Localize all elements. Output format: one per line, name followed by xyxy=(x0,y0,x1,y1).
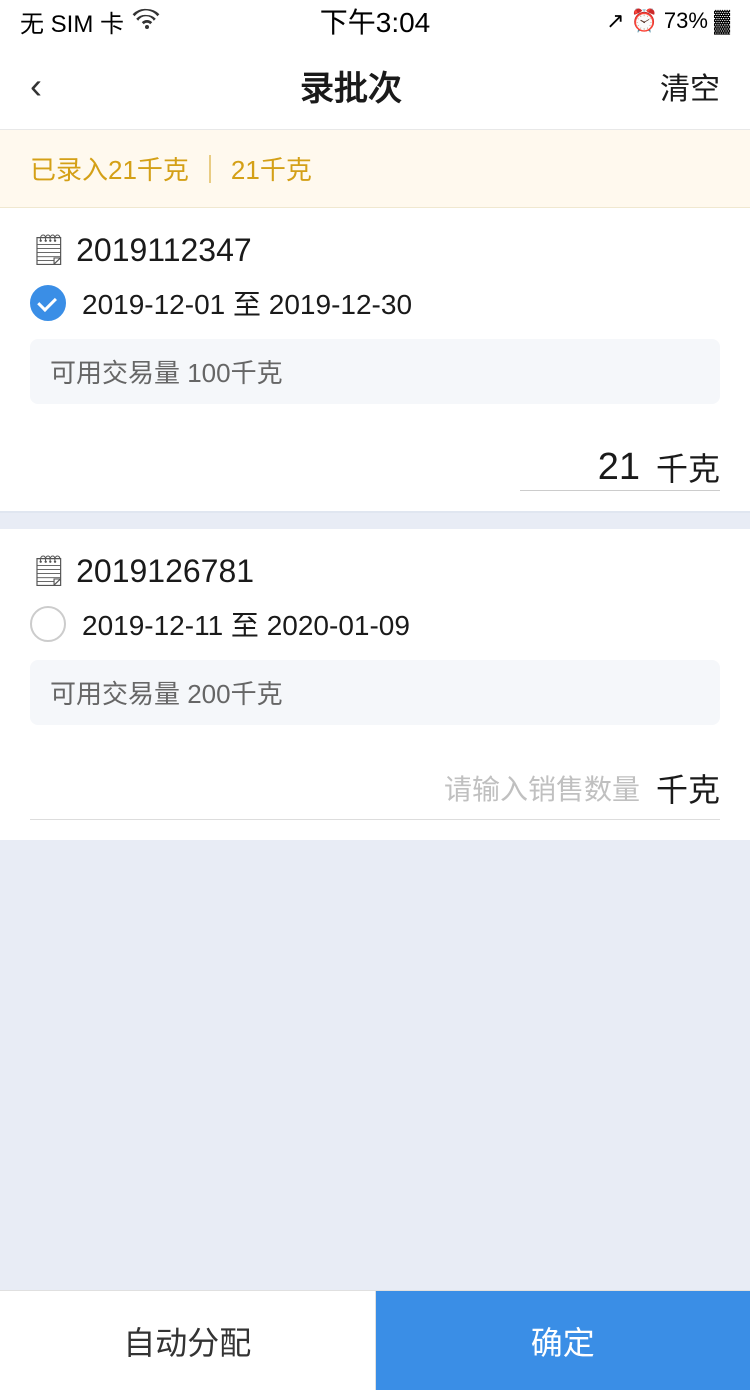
empty-area xyxy=(0,840,750,1290)
batch2-input-wrap: 请输入销售数量 千克 xyxy=(0,745,750,840)
batch-item-1: 🗒 2019112347 2019-12-01 至 2019-12-30 可用交… xyxy=(0,208,750,424)
location-icon: ↗ xyxy=(606,8,624,34)
batch1-radio[interactable] xyxy=(30,285,66,321)
content-area: 🗒 2019112347 2019-12-01 至 2019-12-30 可用交… xyxy=(0,208,750,1290)
battery-icon: ▓ xyxy=(714,8,730,34)
banner-amount: 21千克 xyxy=(231,150,312,187)
status-left: 无 SIM 卡 xyxy=(20,4,162,39)
batch1-underline xyxy=(520,490,720,491)
batch2-date: 2019-12-11 至 2020-01-09 xyxy=(82,604,410,644)
batch2-id: 2019126781 xyxy=(76,553,254,590)
batch2-content: 🗒 2019126781 2019-12-11 至 2020-01-09 可用交… xyxy=(0,529,750,745)
batch2-input-placeholder: 请输入销售数量 xyxy=(444,768,640,808)
recorded-info: 已录入21千克 xyxy=(30,150,189,187)
section-separator xyxy=(0,513,750,529)
batch2-available: 可用交易量 200千克 xyxy=(30,660,720,725)
confirm-button[interactable]: 确定 xyxy=(376,1291,750,1390)
battery-text: 73% xyxy=(664,8,708,34)
batch1-id: 2019112347 xyxy=(76,232,252,269)
batch2-input-inner: 请输入销售数量 千克 xyxy=(30,765,720,820)
batch-item-2: 🗒 2019126781 2019-12-11 至 2020-01-09 可用交… xyxy=(0,529,750,840)
batch1-date: 2019-12-01 至 2019-12-30 xyxy=(82,283,412,323)
banner-divider xyxy=(209,155,211,183)
status-bar: 无 SIM 卡 下午3:04 ↗ ⏰ 73% ▓ xyxy=(0,0,750,42)
status-right: ↗ ⏰ 73% ▓ xyxy=(606,8,730,34)
batch1-quantity-inner: 21 千克 xyxy=(30,444,720,490)
batch1-available: 可用交易量 100千克 xyxy=(30,339,720,404)
no-sim-text: 无 SIM 卡 xyxy=(20,4,124,39)
page-title: 录批次 xyxy=(300,61,402,110)
wifi-icon xyxy=(132,7,162,36)
nav-bar: ‹ 录批次 清空 xyxy=(0,42,750,130)
auto-distribute-button[interactable]: 自动分配 xyxy=(0,1291,376,1390)
batch2-icon: 🗒 xyxy=(30,554,68,589)
batch2-date-row: 2019-12-11 至 2020-01-09 xyxy=(30,604,720,644)
batch2-unit: 千克 xyxy=(656,765,720,811)
batch2-radio[interactable] xyxy=(30,606,66,642)
status-time: 下午3:04 xyxy=(320,1,431,41)
back-button[interactable]: ‹ xyxy=(30,65,42,107)
clear-button[interactable]: 清空 xyxy=(660,64,720,108)
batch2-header: 🗒 2019126781 xyxy=(30,553,720,590)
batch1-quantity-wrap: 21 千克 xyxy=(0,424,750,513)
batch1-date-row: 2019-12-01 至 2019-12-30 xyxy=(30,283,720,323)
batch1-icon: 🗒 xyxy=(30,233,68,268)
alarm-icon: ⏰ xyxy=(631,8,658,34)
batch1-unit: 千克 xyxy=(656,444,720,490)
info-banner: 已录入21千克 21千克 xyxy=(0,130,750,208)
bottom-bar: 自动分配 确定 xyxy=(0,1290,750,1390)
batch1-header: 🗒 2019112347 xyxy=(30,232,720,269)
batch1-quantity-value: 21 xyxy=(598,446,640,489)
